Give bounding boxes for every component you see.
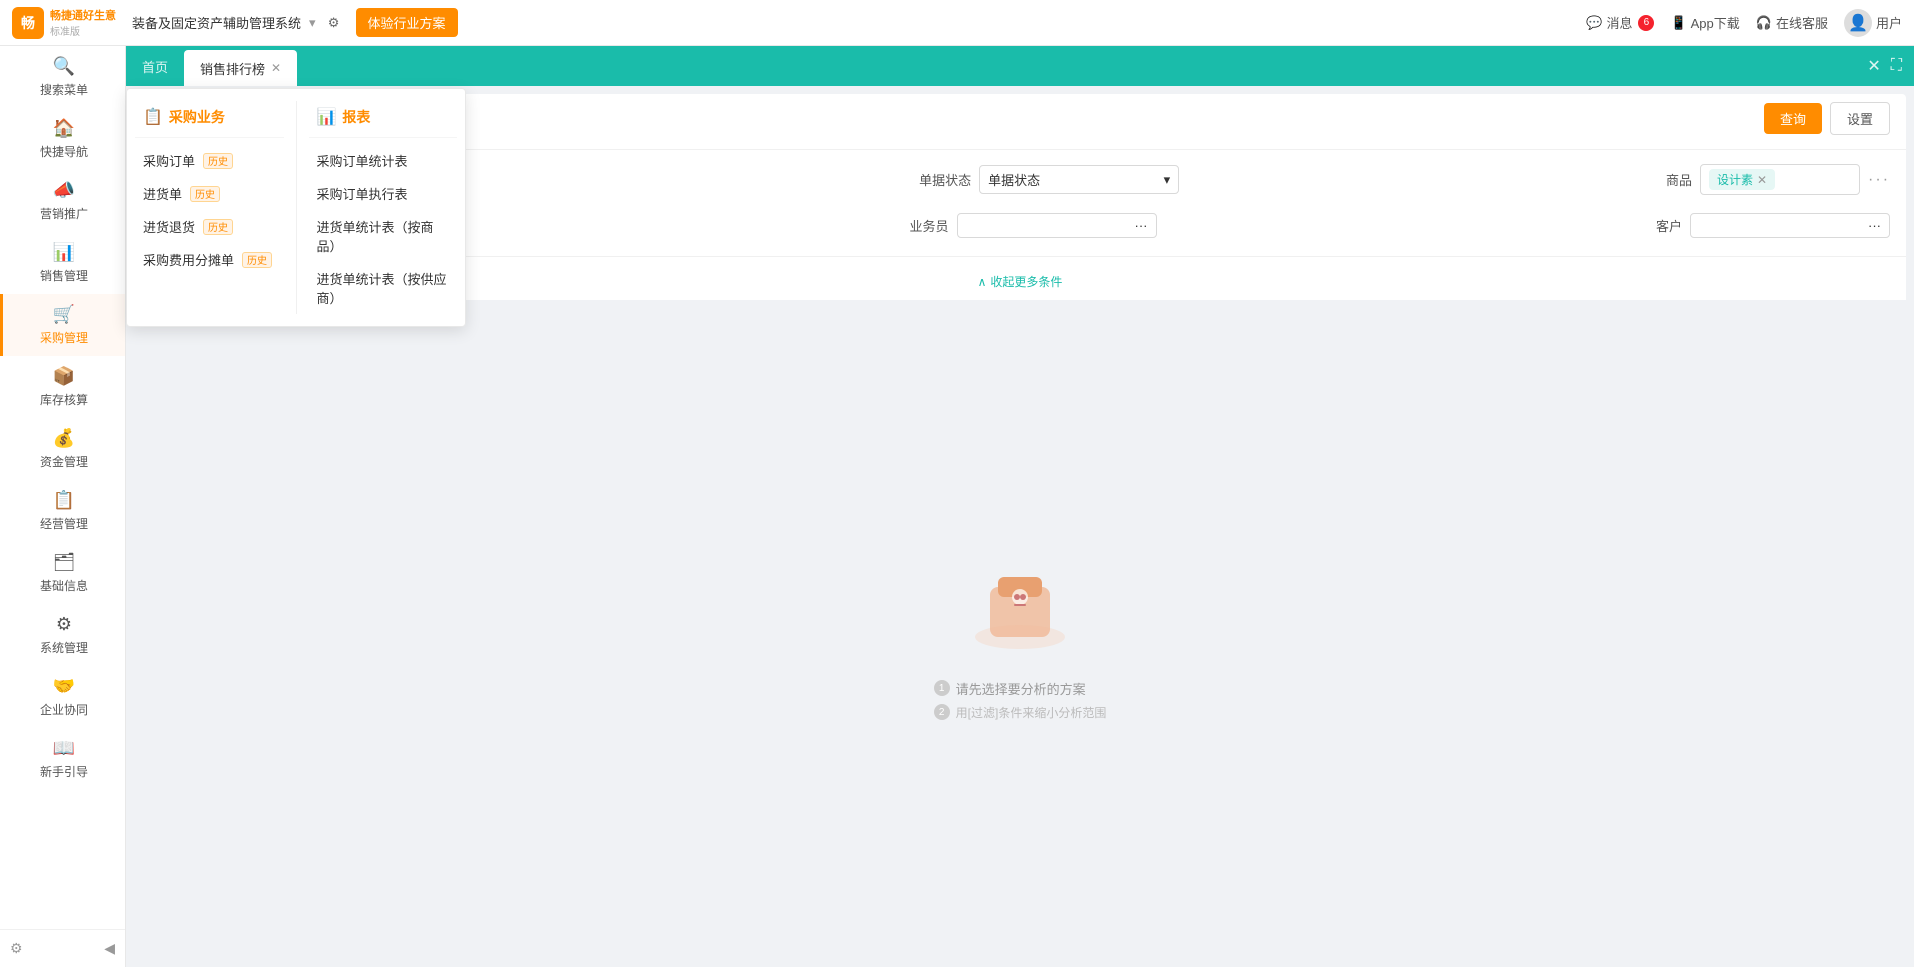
dropdown-item-order-stats[interactable]: 采购订单统计表 (309, 144, 458, 177)
dropdown-item-goods-return[interactable]: 进货退货 历史 (135, 210, 284, 243)
dropdown-item-goods-receipt[interactable]: 进货单 历史 (135, 177, 284, 210)
dropdown-item-purchase-order[interactable]: 采购订单 历史 (135, 144, 284, 177)
dropdown-columns: 📋 采购业务 采购订单 历史 进货单 历史 进货退货 历史 采购费用分摊单 历史 (127, 101, 465, 314)
col-report-title: 📊 报表 (309, 101, 458, 138)
dropdown-item-receipt-stats-supplier[interactable]: 进货单统计表（按供应商） (309, 262, 458, 314)
report-col-icon: 📊 (317, 107, 337, 127)
history-tag-purchase-order: 历史 (203, 153, 233, 169)
dropdown-item-purchase-expense[interactable]: 采购费用分摊单 历史 (135, 243, 284, 276)
dropdown-divider (296, 101, 297, 314)
col-purchase-title: 📋 采购业务 (135, 101, 284, 138)
history-tag-goods-return: 历史 (203, 219, 233, 235)
purchase-col-icon: 📋 (143, 107, 163, 127)
dropdown-col-purchase: 📋 采购业务 采购订单 历史 进货单 历史 进货退货 历史 采购费用分摊单 历史 (127, 101, 292, 314)
history-tag-goods-receipt: 历史 (190, 186, 220, 202)
history-tag-purchase-expense: 历史 (242, 252, 272, 268)
purchase-dropdown-menu: 📋 采购业务 采购订单 历史 进货单 历史 进货退货 历史 采购费用分摊单 历史 (126, 88, 466, 327)
dropdown-item-receipt-stats-goods[interactable]: 进货单统计表（按商品） (309, 210, 458, 262)
dropdown-item-order-exec[interactable]: 采购订单执行表 (309, 177, 458, 210)
dropdown-col-report: 📊 报表 采购订单统计表 采购订单执行表 进货单统计表（按商品） 进货单统计表（… (301, 101, 466, 314)
